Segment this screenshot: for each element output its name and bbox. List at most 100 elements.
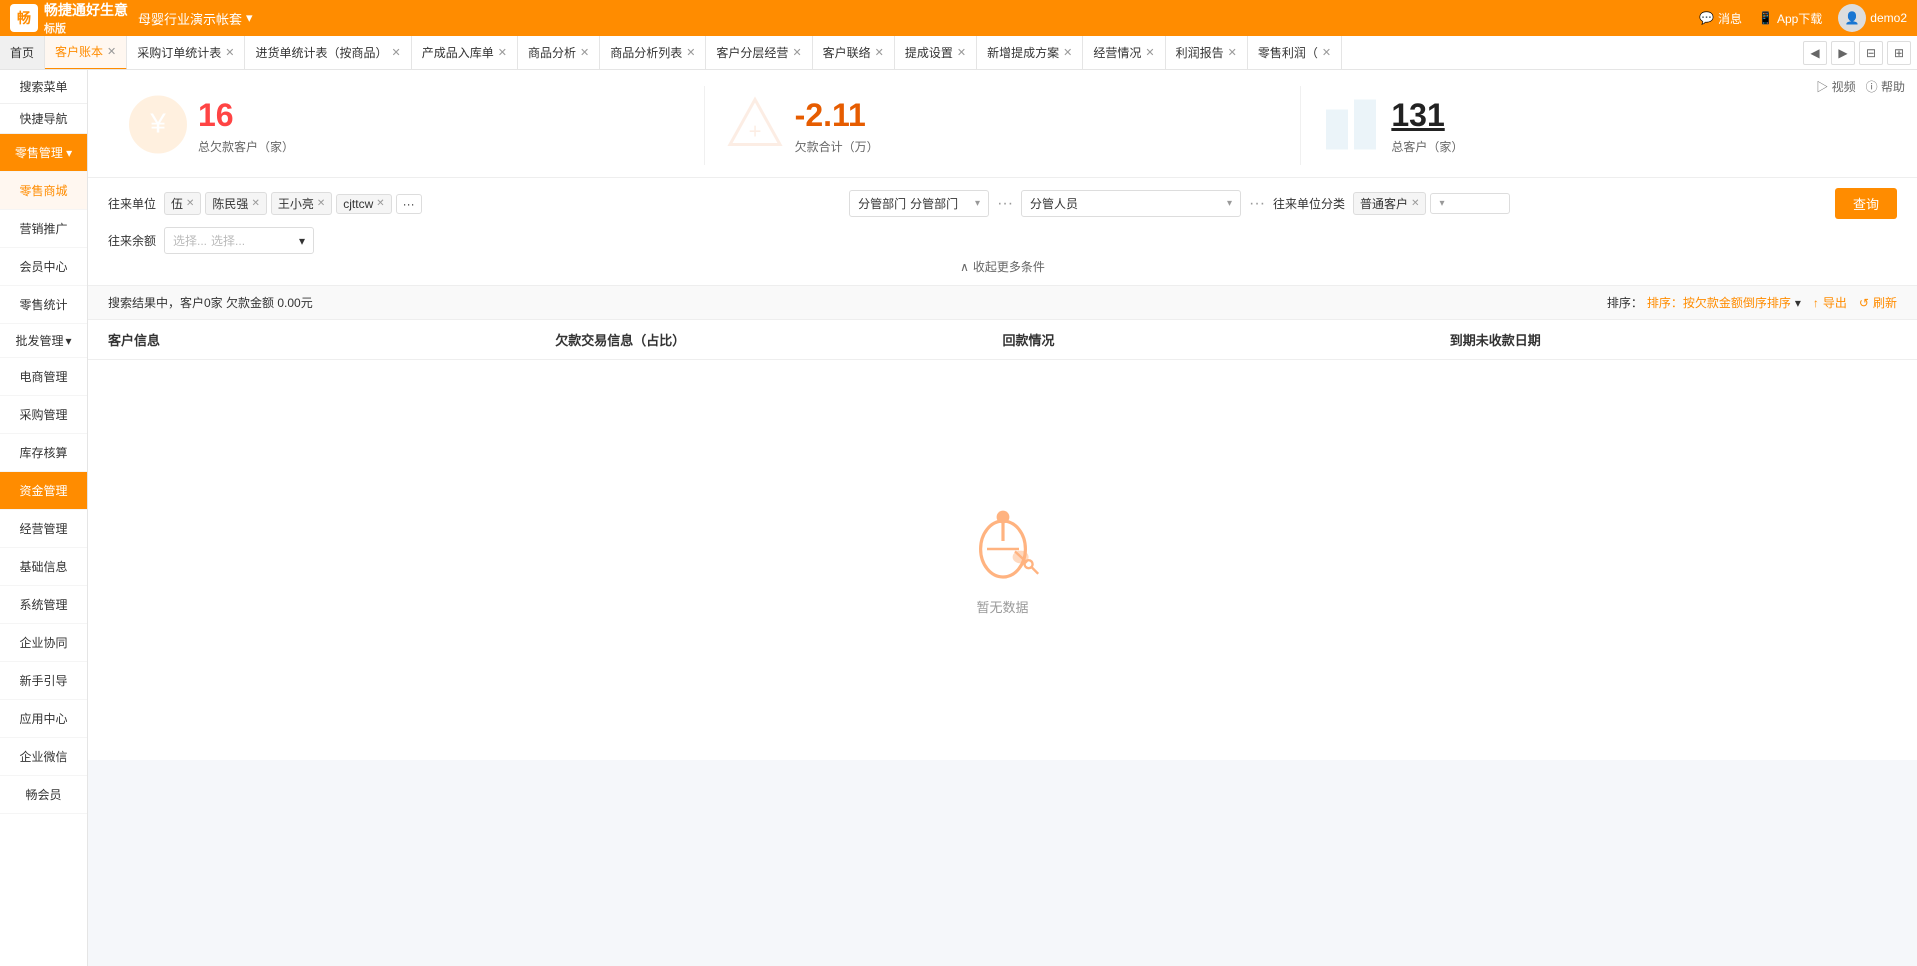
tab-profit-report[interactable]: 利润报告 ✕ [1166,36,1248,70]
building-bg-icon [1321,94,1381,154]
sidebar-item-sys-mgmt[interactable]: 系统管理 [0,586,87,624]
sidebar-item-inventory[interactable]: 库存核算 [0,434,87,472]
tab-next-arrow[interactable]: ▶ [1831,41,1855,65]
balance-label: 往来余额 [108,232,156,249]
unit-label: 往来单位 [108,195,156,212]
dept-select-arrow: ▾ [975,198,980,209]
tab-purchase-order[interactable]: 采购订单统计表 ✕ [127,36,245,70]
sidebar-item-member-vip[interactable]: 畅会员 [0,776,87,814]
sidebar-item-app-center[interactable]: 应用中心 [0,700,87,738]
results-summary: 搜索结果中，客户0家 欠款金额 0.00元 [108,294,313,311]
sidebar-item-marketing[interactable]: 营销推广 [0,210,87,248]
tab-customer-tier[interactable]: 客户分层经营 ✕ [706,36,812,70]
sidebar-search[interactable]: 搜索菜单 [0,70,87,104]
unit-tag-2[interactable]: 陈民强 ✕ [205,192,266,215]
tab-close-profit-report[interactable]: ✕ [1228,46,1237,59]
tab-close-goods-analysis[interactable]: ✕ [580,46,589,59]
tab-cost-inbound[interactable]: 产成品入库单 ✕ [412,36,518,70]
unit-tag-4[interactable]: cjttcw ✕ [336,194,391,214]
download-icon: 📱 [1758,11,1773,25]
tab-menu-arrow[interactable]: ⊟ [1859,41,1883,65]
tab-operations[interactable]: 经营情况 ✕ [1083,36,1165,70]
remove-unit-tag-2[interactable]: ✕ [251,198,259,209]
unit-class-tag-normal[interactable]: 普通客户 ✕ [1353,192,1426,215]
tab-close-customer-contact[interactable]: ✕ [875,46,884,59]
unit-tag-1[interactable]: 伍 ✕ [164,192,201,215]
remove-unit-tag-4[interactable]: ✕ [376,198,384,209]
account-dropdown[interactable]: 母婴行业演示帐套 ▾ [138,9,253,28]
filter-row-2: 往来余额 选择... 选择... ▾ [108,227,1897,254]
tab-new-achievement[interactable]: 新增提成方案 ✕ [977,36,1083,70]
avatar: 👤 [1838,4,1866,32]
tab-close-goods-analysis-list[interactable]: ✕ [686,46,695,59]
person-filter-dots[interactable]: ··· [1249,195,1265,213]
tab-expand-arrow[interactable]: ⊞ [1887,41,1911,65]
sidebar-item-ops-mgmt[interactable]: 经营管理 [0,510,87,548]
page-header: ▷ 视频 ⓘ 帮助 ¥ [88,70,1917,178]
tab-close-cost-inbound[interactable]: ✕ [498,46,507,59]
user-avatar-btn[interactable]: 👤 demo2 [1838,4,1907,32]
tab-goods-analysis[interactable]: 商品分析 ✕ [518,36,600,70]
tab-close-goods-inbound[interactable]: ✕ [392,46,401,59]
sidebar-item-enterprise-collab[interactable]: 企业协同 [0,624,87,662]
unit-class-arrow: ▾ [1439,198,1444,209]
tab-close-operations[interactable]: ✕ [1145,46,1154,59]
tab-goods-inbound[interactable]: 进货单统计表（按商品） ✕ [245,36,411,70]
sidebar-item-enterprise-wechat[interactable]: 企业微信 [0,738,87,776]
sidebar-item-new-guide[interactable]: 新手引导 [0,662,87,700]
export-button[interactable]: ↑ 导出 [1813,294,1847,311]
col-overdue-date: 到期未收款日期 [1450,330,1897,349]
app-download-btn[interactable]: 📱 App下载 [1758,10,1822,27]
sidebar-item-purchase-mgmt[interactable]: 采购管理 [0,396,87,434]
person-select[interactable]: 分管人员 ▾ [1021,190,1241,217]
query-button[interactable]: 查询 [1835,188,1897,219]
sort-button[interactable]: 排序： 排序：按欠款金额倒序排序 ▾ [1607,294,1801,311]
stat-total-customers: 131 总客户（家） [1301,86,1897,165]
remove-unit-tag-3[interactable]: ✕ [317,198,325,209]
remove-unit-class-normal[interactable]: ✕ [1411,198,1419,209]
tab-close-customer-account[interactable]: ✕ [107,45,116,58]
tab-close-customer-tier[interactable]: ✕ [792,46,801,59]
stat-total-debt-customers: ¥ 16 总欠款客户（家） [108,86,705,165]
tab-close-new-achievement[interactable]: ✕ [1063,46,1072,59]
collapse-conditions-btn[interactable]: ∧ 收起更多条件 [960,258,1045,275]
tab-prev-arrow[interactable]: ◀ [1803,41,1827,65]
sidebar-item-retail-mgmt[interactable]: 零售管理 ▾ [0,134,87,172]
sidebar-item-member-center[interactable]: 会员中心 [0,248,87,286]
unit-tags: 伍 ✕ 陈民强 ✕ 王小亮 ✕ cjttcw ✕ [164,192,841,215]
unit-class-select[interactable]: ▾ [1430,193,1510,214]
sidebar-item-retail-store[interactable]: 零售商城 [0,172,87,210]
sidebar-item-finance-mgmt[interactable]: 资金管理 [0,472,87,510]
refresh-button[interactable]: ↺ 刷新 [1859,294,1897,311]
tab-close-purchase-order[interactable]: ✕ [225,46,234,59]
tab-customer-contact[interactable]: 客户联络 ✕ [813,36,895,70]
tab-retail-profit[interactable]: 零售利润（ ✕ [1248,36,1342,70]
unit-tag-more[interactable]: ··· [396,194,422,214]
tab-close-retail-profit[interactable]: ✕ [1322,46,1331,59]
sidebar-quick-nav[interactable]: 快捷导航 [0,104,87,134]
export-icon: ↑ [1813,296,1819,310]
remove-unit-tag-1[interactable]: ✕ [186,198,194,209]
message-btn[interactable]: 💬 消息 [1699,10,1742,27]
unit-tag-3[interactable]: 王小亮 ✕ [271,192,332,215]
tab-customer-account[interactable]: 客户账本 ✕ [45,36,127,70]
tab-home[interactable]: 首页 [0,36,45,70]
sidebar-item-basic-info[interactable]: 基础信息 [0,548,87,586]
total-customers-label: 总客户（家） [1391,138,1877,155]
tab-close-prompt-settings[interactable]: ✕ [957,46,966,59]
stat-total-debt-amount: + -2.11 欠款合计（万） [705,86,1302,165]
balance-select[interactable]: 选择... 选择... ▾ [164,227,314,254]
filter-row-1: 往来单位 伍 ✕ 陈民强 ✕ 王小亮 ✕ [108,188,1897,219]
tab-prompt-settings[interactable]: 提成设置 ✕ [895,36,977,70]
sidebar-item-retail-stats[interactable]: 零售统计 [0,286,87,324]
dept-select[interactable]: 分管部门 分管部门 ▾ [849,190,989,217]
results-bar: 搜索结果中，客户0家 欠款金额 0.00元 排序： 排序：按欠款金额倒序排序 ▾… [88,286,1917,320]
empty-text: 暂无数据 [976,597,1028,616]
sidebar-item-ecom-mgmt[interactable]: 电商管理 [0,358,87,396]
sidebar-item-batch-mgmt[interactable]: 批发管理▾ [0,324,87,358]
col-customer-info: 客户信息 [108,330,555,349]
tab-goods-analysis-list[interactable]: 商品分析列表 ✕ [600,36,706,70]
table-container: 客户信息 欠款交易信息（占比） 回款情况 到期未收款日期 [88,320,1917,760]
col-repayment: 回款情况 [1003,330,1450,349]
dept-filter-dots[interactable]: ··· [997,195,1013,213]
